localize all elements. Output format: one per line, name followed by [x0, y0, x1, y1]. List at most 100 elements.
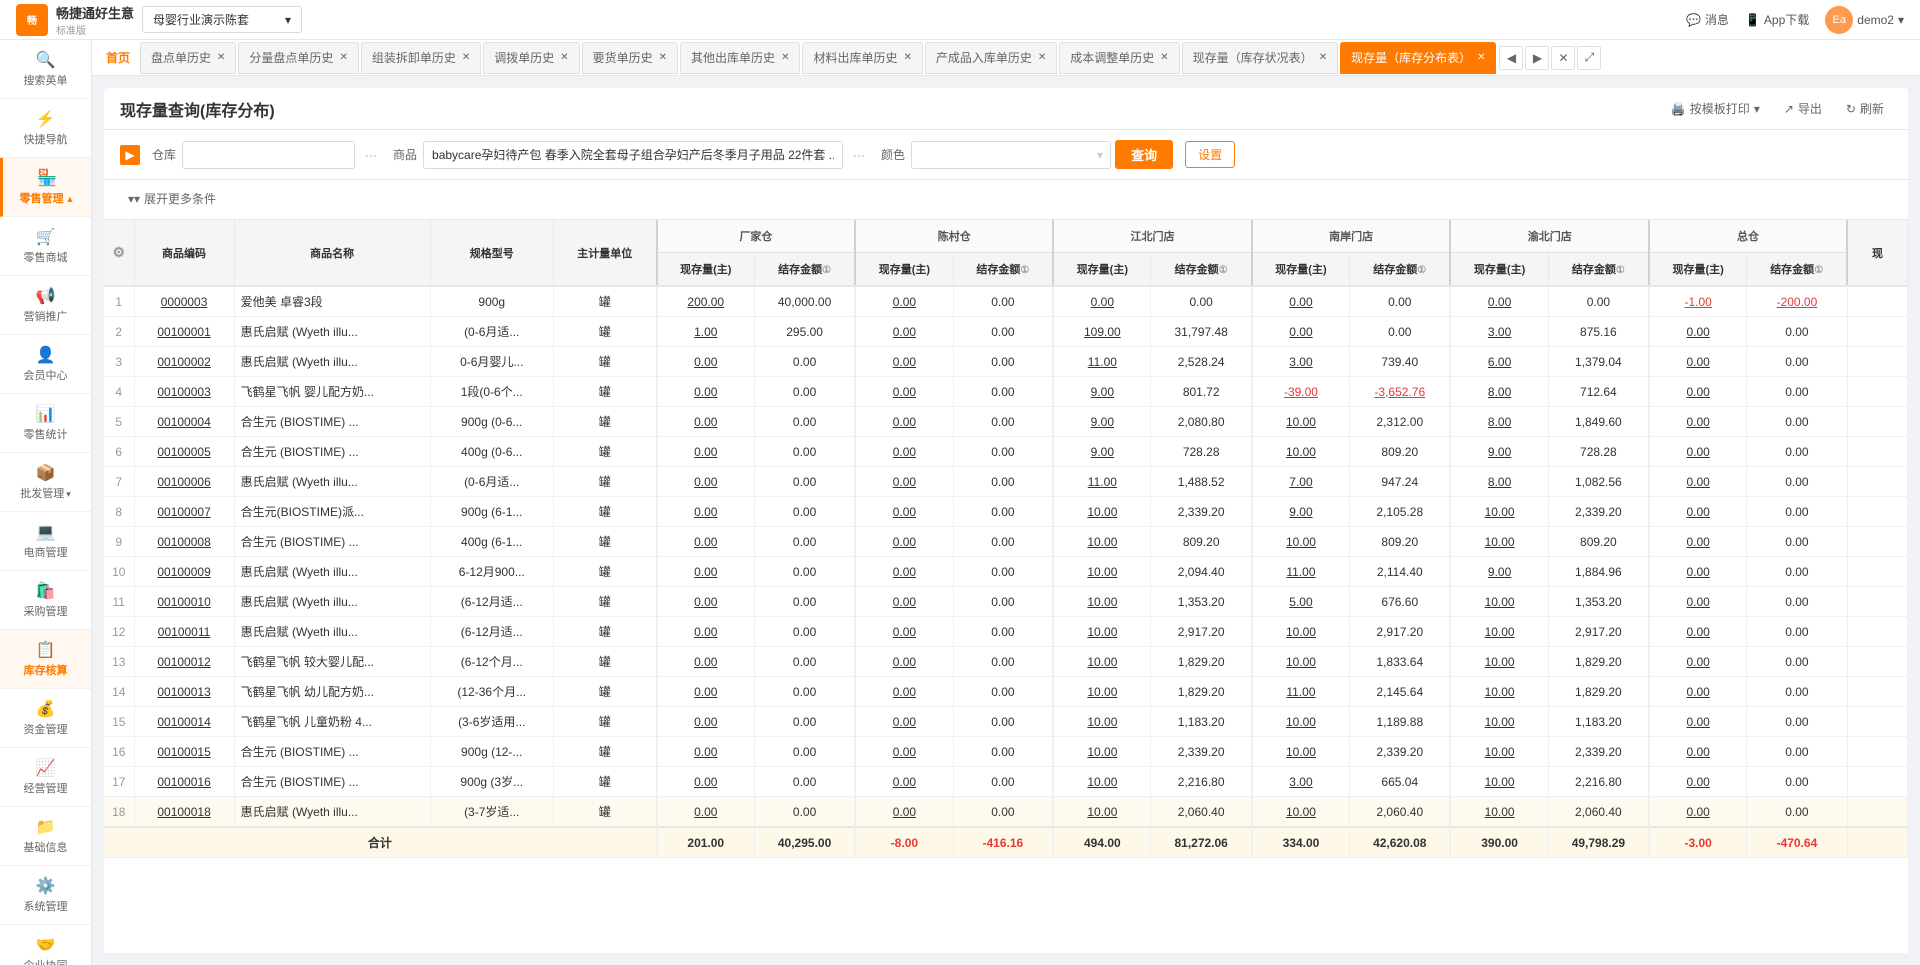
- row-f-amt: 0.00: [754, 767, 855, 797]
- row-f-amt: 0.00: [754, 587, 855, 617]
- user-menu[interactable]: Ea demo2 ▾: [1825, 6, 1904, 34]
- sidebar-item-member[interactable]: 👤 会员中心: [0, 335, 91, 394]
- row-total-amt: -200.00: [1747, 286, 1847, 317]
- expand-toggle-button[interactable]: ▶: [120, 145, 140, 165]
- tab-close-icon[interactable]: ✕: [339, 52, 347, 63]
- setting-button[interactable]: 设置: [1185, 141, 1235, 168]
- row-f-amt: 0.00: [754, 677, 855, 707]
- row-c-stock: 0.00: [855, 587, 953, 617]
- query-button[interactable]: 查询: [1115, 140, 1173, 169]
- tab-close-icon[interactable]: ✕: [659, 52, 667, 63]
- sidebar-item-corp[interactable]: 🤝 企业协同: [0, 925, 91, 965]
- col-settings[interactable]: ⚙: [104, 220, 134, 286]
- tab-prev-button[interactable]: ◀: [1499, 46, 1523, 70]
- tab-stock3[interactable]: 组装拆卸单历史 ✕: [361, 42, 481, 74]
- info-icon[interactable]: ①: [822, 265, 831, 276]
- tab-stock10[interactable]: 现存量（库存状况表） ✕: [1182, 42, 1338, 74]
- sidebar-item-retail[interactable]: 🏪 零售管理▲: [0, 158, 91, 217]
- tab-close-all-button[interactable]: ✕: [1551, 46, 1575, 70]
- footer-c-amt: -416.16: [953, 827, 1053, 858]
- warehouse-ellipsis-button[interactable]: ···: [361, 148, 381, 162]
- row-f-amt: 0.00: [754, 707, 855, 737]
- row-unit: 罐: [553, 617, 656, 647]
- row-name: 惠氏启赋 (Wyeth illu...: [234, 347, 430, 377]
- finance-icon: 💰: [0, 699, 91, 719]
- row-unit: 罐: [553, 286, 656, 317]
- logo-area: 畅 畅捷通好生意 标准版 母婴行业演示陈套 ▾: [16, 3, 302, 37]
- refresh-button[interactable]: ↻ 刷新: [1838, 96, 1892, 121]
- sidebar-item-marketing[interactable]: 📢 营销推广: [0, 276, 91, 335]
- info-icon[interactable]: ①: [1616, 265, 1625, 276]
- sidebar-item-ecommerce[interactable]: 💻 电商管理: [0, 512, 91, 571]
- info-icon[interactable]: ①: [1219, 265, 1228, 276]
- row-na-stock: 10.00: [1252, 437, 1350, 467]
- tab-stock9[interactable]: 成本调整单历史 ✕: [1059, 42, 1179, 74]
- sidebar-item-quicknav[interactable]: ⚡ 快捷导航: [0, 99, 91, 158]
- row-c-amt: 0.00: [953, 737, 1053, 767]
- company-selector[interactable]: 母婴行业演示陈套 ▾: [142, 6, 302, 33]
- row-f-amt: 0.00: [754, 497, 855, 527]
- tab-close-icon[interactable]: ✕: [1319, 52, 1327, 63]
- sidebar-item-retailstat[interactable]: 📊 零售统计: [0, 394, 91, 453]
- tab-close-icon[interactable]: ✕: [1477, 52, 1485, 63]
- tab-stock5[interactable]: 要货单历史 ✕: [582, 42, 678, 74]
- sidebar-item-purchase[interactable]: 🛍️ 采购管理: [0, 571, 91, 630]
- sidebar-item-inventory[interactable]: 📋 库存核算: [0, 630, 91, 689]
- tab-stock8[interactable]: 产成品入库单历史 ✕: [925, 42, 1057, 74]
- info-icon[interactable]: ①: [1417, 265, 1426, 276]
- sidebar-item-retailshop[interactable]: 🛒 零售商城: [0, 217, 91, 276]
- row-unit: 罐: [553, 347, 656, 377]
- tab-close-icon[interactable]: ✕: [462, 52, 470, 63]
- tab-home[interactable]: 首页: [96, 42, 140, 74]
- top-right: 💬 消息 📱 App下载 Ea demo2 ▾: [1686, 6, 1904, 34]
- tab-fullscreen-button[interactable]: ⤢: [1577, 46, 1601, 70]
- info-icon[interactable]: ①: [1814, 265, 1823, 276]
- tab-close-icon[interactable]: ✕: [1160, 52, 1168, 63]
- tab-stock2[interactable]: 分量盘点单历史 ✕: [238, 42, 358, 74]
- row-f-stock: 0.00: [657, 437, 755, 467]
- row-yb-stock: 10.00: [1450, 707, 1548, 737]
- tab-close-icon[interactable]: ✕: [781, 52, 789, 63]
- tab-close-icon[interactable]: ✕: [217, 52, 225, 63]
- tab-stock6[interactable]: 其他出库单历史 ✕: [680, 42, 800, 74]
- row-spec: 900g: [430, 286, 553, 317]
- tab-stock7[interactable]: 材料出库单历史 ✕: [802, 42, 922, 74]
- row-total-stock: 0.00: [1649, 557, 1747, 587]
- warehouse-input[interactable]: [182, 141, 355, 169]
- row-name: 惠氏启赋 (Wyeth illu...: [234, 797, 430, 828]
- table-row: 11 00100010 惠氏启赋 (Wyeth illu... (6-12月适.…: [104, 587, 1908, 617]
- tab-stock1[interactable]: 盘点单历史 ✕: [140, 42, 236, 74]
- color-input[interactable]: [911, 141, 1111, 169]
- sidebar-item-search[interactable]: 🔍 搜索英单: [0, 40, 91, 99]
- info-icon[interactable]: ①: [1020, 265, 1029, 276]
- goods-input[interactable]: [423, 141, 843, 169]
- tab-close-icon[interactable]: ✕: [1038, 52, 1046, 63]
- corp-icon: 🤝: [0, 935, 91, 955]
- sidebar-item-wholesale[interactable]: 📦 批发管理▾: [0, 453, 91, 512]
- row-spec: 400g (0-6...: [430, 437, 553, 467]
- message-button[interactable]: 💬 消息: [1686, 11, 1729, 28]
- sidebar-item-basic[interactable]: 📁 基础信息: [0, 807, 91, 866]
- tab-stock11[interactable]: 现存量（库存分布表） ✕: [1340, 42, 1496, 74]
- sidebar-item-system[interactable]: ⚙️ 系统管理: [0, 866, 91, 925]
- row-total-amt: 0.00: [1747, 497, 1847, 527]
- row-yb-amt: 2,339.20: [1548, 737, 1649, 767]
- sidebar-item-finance[interactable]: 💰 资金管理: [0, 689, 91, 748]
- sidebar-item-operation[interactable]: 📈 经营管理: [0, 748, 91, 807]
- row-na-stock: 11.00: [1252, 557, 1350, 587]
- row-yb-stock: 10.00: [1450, 647, 1548, 677]
- tab-next-button[interactable]: ▶: [1525, 46, 1549, 70]
- app-download-button[interactable]: 📱 App下载: [1745, 11, 1809, 28]
- tab-stock4[interactable]: 调拨单历史 ✕: [483, 42, 579, 74]
- goods-ellipsis-button[interactable]: ···: [849, 148, 869, 162]
- settings-icon[interactable]: ⚙: [112, 244, 125, 260]
- footer-f-stock: 201.00: [657, 827, 755, 858]
- tab-close-icon[interactable]: ✕: [903, 52, 911, 63]
- expand-conditions-button[interactable]: ▾▾ 展开更多条件: [120, 186, 1892, 211]
- tab-close-icon[interactable]: ✕: [560, 52, 568, 63]
- table-row: 18 00100018 惠氏启赋 (Wyeth illu... (3-7岁适..…: [104, 797, 1908, 828]
- row-num: 14: [104, 677, 134, 707]
- print-button[interactable]: 🖨️ 按模板打印 ▾: [1663, 96, 1768, 121]
- export-button[interactable]: ↗ 导出: [1776, 96, 1830, 121]
- purchase-icon: 🛍️: [0, 581, 91, 601]
